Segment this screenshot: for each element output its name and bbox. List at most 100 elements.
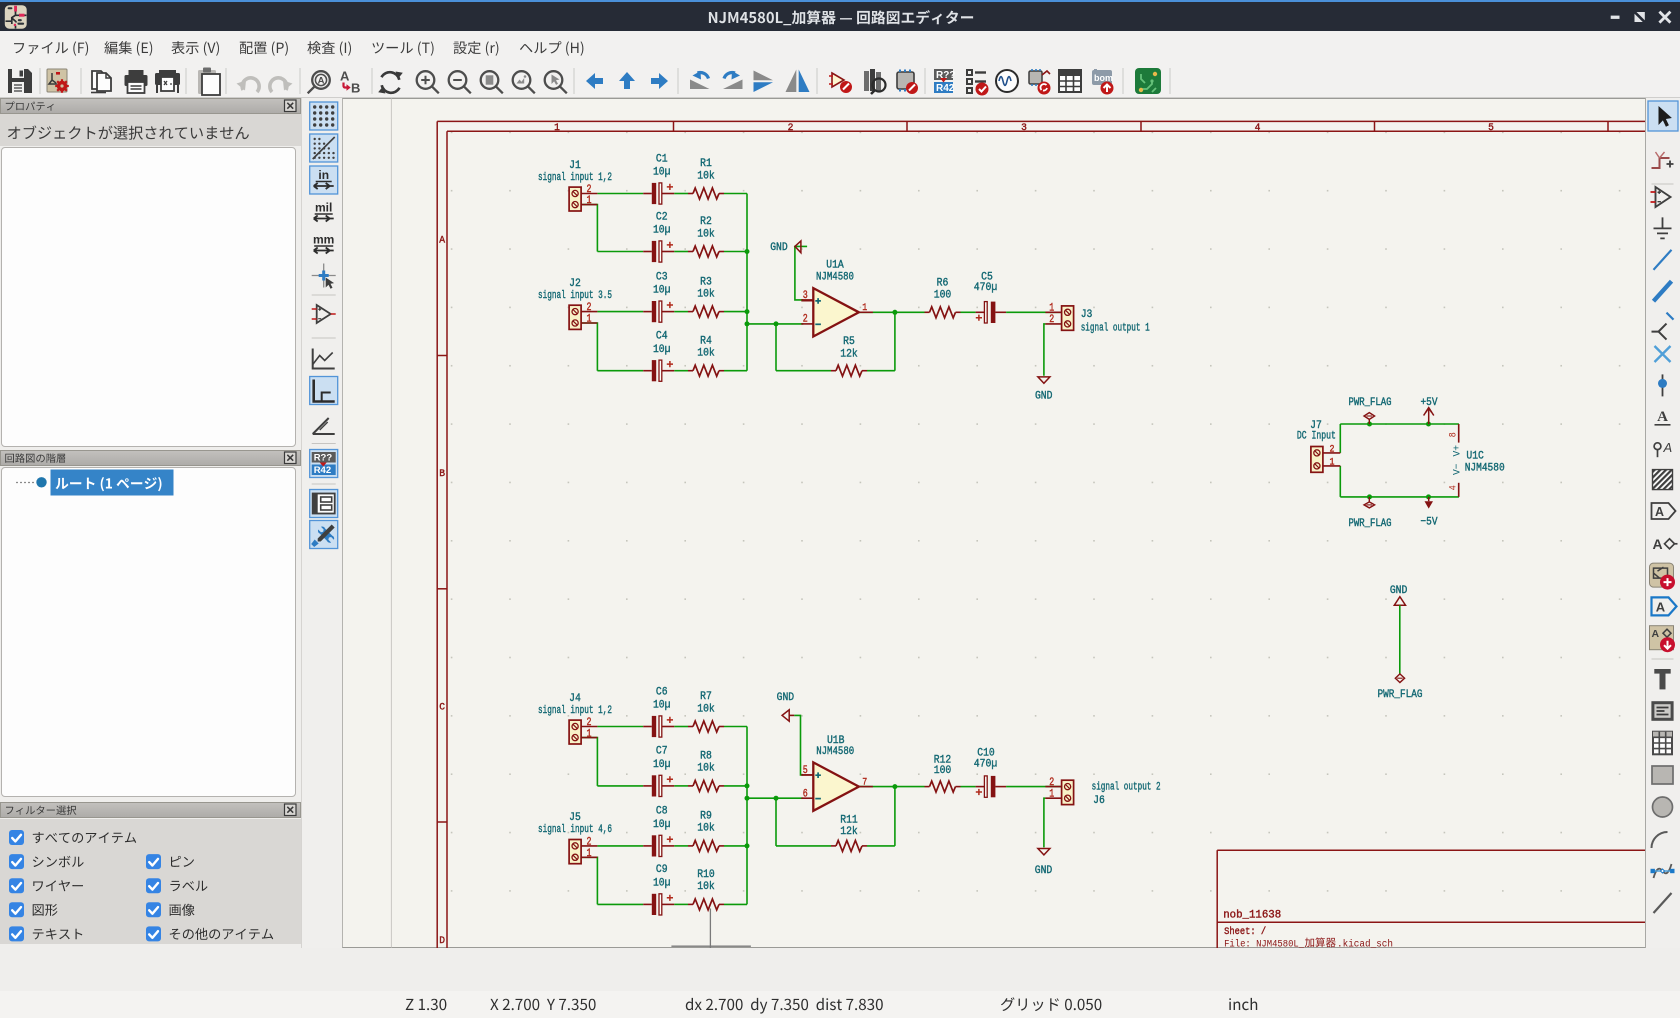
svg-text:File: NJM4580L_: File: NJM4580L_ [1224, 938, 1305, 948]
svg-text:10k: 10k [697, 823, 715, 835]
svg-text:2: 2 [587, 717, 592, 729]
svg-text:R3: R3 [700, 276, 712, 288]
svg-text:10k: 10k [697, 288, 715, 300]
svg-text:DC Input: DC Input [1297, 431, 1336, 443]
svg-text:A: A [1656, 599, 1666, 614]
svg-text:5: 5 [1488, 122, 1494, 134]
svg-text:470µ: 470µ [974, 758, 997, 770]
svg-text:R4: R4 [700, 335, 712, 347]
svg-text:bom: bom [1094, 73, 1113, 83]
svg-text:10µ: 10µ [653, 700, 671, 712]
svg-text:2: 2 [803, 314, 808, 326]
svg-text:10k: 10k [697, 348, 715, 360]
svg-text:3: 3 [803, 290, 808, 302]
svg-text:J6: J6 [1093, 795, 1105, 807]
svg-text:C4: C4 [656, 331, 668, 343]
svg-text:1: 1 [1330, 456, 1335, 468]
svg-text:mil: mil [315, 201, 332, 215]
svg-text:U1A: U1A [826, 260, 844, 272]
svg-text:1: 1 [1049, 303, 1054, 315]
svg-text:10µ: 10µ [653, 819, 671, 831]
svg-text:NJM4580: NJM4580 [816, 746, 854, 758]
svg-text:A: A [340, 69, 350, 84]
svg-text:C6: C6 [656, 686, 668, 698]
svg-text:10µ: 10µ [653, 344, 671, 356]
svg-text:R6: R6 [937, 278, 949, 290]
svg-text:C7: C7 [656, 746, 668, 758]
svg-text:J5: J5 [569, 812, 581, 824]
svg-text:nob_11638: nob_11638 [1223, 910, 1281, 922]
svg-text:C3: C3 [656, 271, 668, 283]
svg-text:signal input 4,6: signal input 4,6 [538, 824, 612, 836]
svg-text:signal input 1,2: signal input 1,2 [538, 172, 612, 184]
svg-text:A: A [1653, 536, 1663, 552]
svg-text:2: 2 [587, 302, 592, 314]
svg-text:12k: 12k [840, 826, 858, 838]
svg-text:10µ: 10µ [653, 167, 671, 179]
svg-text:10k: 10k [697, 763, 715, 775]
svg-text:C2: C2 [656, 211, 668, 223]
svg-text:1: 1 [587, 195, 592, 207]
svg-text:R42: R42 [314, 465, 331, 476]
svg-text:2: 2 [1049, 777, 1054, 789]
svg-text:12k: 12k [840, 349, 858, 361]
svg-text:R1: R1 [700, 158, 712, 170]
svg-text:A: A [439, 235, 445, 247]
svg-text:C8: C8 [656, 806, 668, 818]
svg-text:10µ: 10µ [653, 878, 671, 890]
svg-text:R8: R8 [700, 751, 712, 763]
svg-text:GND: GND [1035, 865, 1053, 877]
svg-text:A: A [318, 76, 325, 87]
svg-text:.kicad_sch: .kicad_sch [1337, 938, 1393, 948]
svg-text:A: A [1657, 409, 1668, 425]
svg-text:R9: R9 [700, 811, 712, 823]
svg-text:R7: R7 [700, 691, 712, 703]
svg-text:2: 2 [1330, 443, 1335, 455]
svg-text:1: 1 [1049, 788, 1054, 800]
svg-text:R5: R5 [843, 336, 855, 348]
svg-text:2: 2 [1049, 314, 1054, 326]
svg-text:in: in [318, 168, 329, 182]
svg-text:470µ: 470µ [974, 282, 997, 294]
svg-text:4: 4 [1448, 485, 1460, 490]
svg-text:10µ: 10µ [653, 759, 671, 771]
svg-text:A: A [1652, 628, 1660, 640]
svg-text:J2: J2 [569, 278, 581, 290]
svg-text:100: 100 [934, 290, 952, 302]
svg-text:U1C: U1C [1466, 451, 1484, 463]
svg-text:A: A [1655, 505, 1664, 519]
svg-text:GND: GND [770, 242, 788, 254]
svg-text:mm: mm [313, 233, 334, 247]
svg-text:1: 1 [587, 848, 592, 860]
svg-text:1: 1 [554, 122, 560, 134]
svg-text:8: 8 [1448, 432, 1460, 437]
svg-text:R2: R2 [700, 216, 712, 228]
svg-text:B: B [439, 468, 445, 480]
svg-text:1: 1 [587, 314, 592, 326]
svg-text:NJM4580: NJM4580 [1465, 463, 1505, 475]
svg-text:C1: C1 [656, 153, 668, 165]
svg-text:GND: GND [777, 692, 795, 704]
svg-text:C: C [439, 702, 445, 714]
svg-text:2: 2 [587, 184, 592, 196]
svg-text:10k: 10k [697, 881, 715, 893]
svg-text:Sheet: /: Sheet: / [1224, 926, 1266, 938]
svg-text:B: B [351, 81, 360, 96]
svg-text:1: 1 [862, 302, 867, 314]
svg-text:10k: 10k [697, 703, 715, 715]
svg-text:R42: R42 [936, 83, 955, 94]
svg-text:7: 7 [862, 776, 867, 788]
svg-text:J4: J4 [569, 693, 581, 705]
svg-text:V+: V+ [1452, 445, 1464, 457]
svg-text:R10: R10 [697, 869, 715, 881]
svg-text:R11: R11 [840, 814, 858, 826]
svg-text:signal input 3.5: signal input 3.5 [538, 290, 612, 302]
svg-text:GND: GND [1035, 390, 1053, 402]
svg-text:V−: V− [1452, 464, 1464, 476]
svg-text:C9: C9 [656, 864, 668, 876]
svg-text:PWR_FLAG: PWR_FLAG [1349, 518, 1392, 530]
svg-text:2: 2 [788, 122, 794, 134]
svg-text:GND: GND [1390, 585, 1408, 597]
svg-text:J3: J3 [1081, 309, 1093, 321]
svg-text:D: D [439, 935, 445, 947]
